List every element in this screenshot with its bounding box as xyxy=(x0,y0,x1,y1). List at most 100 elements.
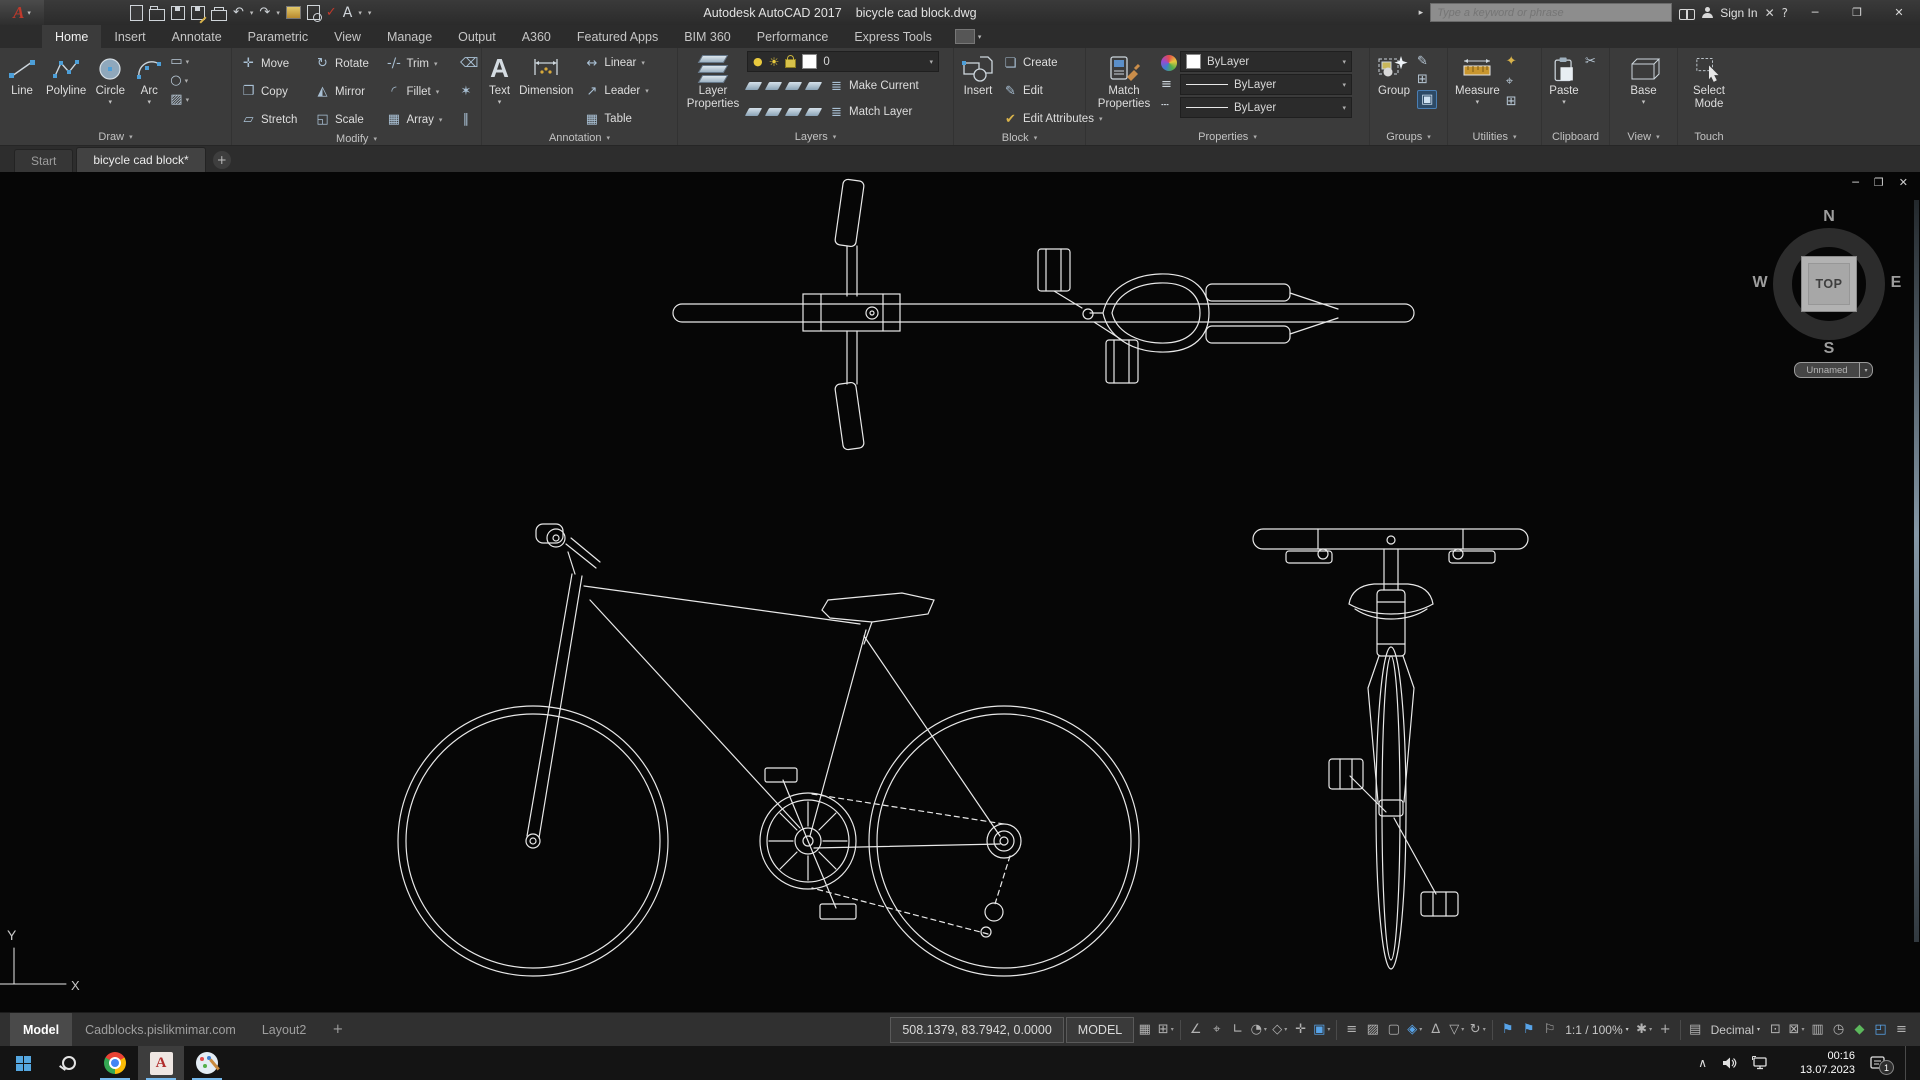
erase-button[interactable]: ⌫ xyxy=(455,51,478,76)
drawing-area[interactable]: Y X ─ ❐ ✕ N W E S TOP Unnamed ▾ xyxy=(0,172,1920,1012)
tab-featured-apps[interactable]: Featured Apps xyxy=(564,25,671,48)
ellipse-button[interactable]: ○ ▾ xyxy=(170,73,189,88)
select-mode-button[interactable]: Select Mode xyxy=(1682,51,1736,129)
viewcube-east[interactable]: E xyxy=(1886,274,1906,292)
annotation-autoscale-toggle[interactable]: ⚑ xyxy=(1518,1018,1539,1042)
linetype-select[interactable]: ByLayer ▾ xyxy=(1180,97,1352,118)
model-space-toggle[interactable]: MODEL xyxy=(1065,1016,1135,1043)
rotate-button[interactable]: ↻ Rotate xyxy=(310,51,379,76)
ungroup-button[interactable]: ✎ xyxy=(1417,54,1437,69)
layer-properties-button[interactable]: Layer Properties xyxy=(682,51,744,129)
customization-menu-button[interactable]: ≡ xyxy=(1891,1018,1912,1042)
tab-parametric[interactable]: Parametric xyxy=(235,25,321,48)
match-layer-button[interactable]: ≣ Match Layer xyxy=(827,100,914,125)
lineweight-toggle[interactable]: ≡ xyxy=(1341,1018,1362,1042)
named-view-dropdown-icon[interactable]: ▾ xyxy=(1860,362,1873,378)
undo-icon[interactable]: ↶ xyxy=(233,5,244,20)
bicycle-side-view[interactable] xyxy=(397,523,1140,977)
workspace-icon[interactable]: A xyxy=(343,5,353,21)
transparency-toggle[interactable]: ▨ xyxy=(1362,1018,1383,1042)
selection-filter-toggle[interactable]: ▽ ▾ xyxy=(1446,1018,1467,1042)
named-view-label[interactable]: Unnamed xyxy=(1794,362,1860,378)
named-view-control[interactable]: Unnamed ▾ xyxy=(1794,362,1873,378)
show-desktop-button[interactable] xyxy=(1905,1046,1914,1080)
annotation-scale-button[interactable]: 1:1 / 100% ▾ xyxy=(1560,1023,1633,1037)
qat-customize-icon[interactable]: ▾ xyxy=(368,9,372,17)
help-icon[interactable]: ? xyxy=(1782,6,1788,20)
fillet-button[interactable]: ◜ Fillet ▾ xyxy=(381,79,453,104)
polar-tracking-toggle[interactable]: ◔ ▾ xyxy=(1248,1018,1269,1042)
layer-freeze-icon[interactable] xyxy=(764,82,783,90)
object-color-select[interactable]: ByLayer ▾ xyxy=(1180,51,1352,72)
save-icon[interactable] xyxy=(171,5,185,20)
lock-ui-button[interactable]: ⊠ ▾ xyxy=(1786,1018,1807,1042)
ortho-mode-toggle[interactable]: ∟ xyxy=(1227,1018,1248,1042)
panel-label-view[interactable]: View ▾ xyxy=(1610,129,1677,145)
dimension-button[interactable]: Dimension xyxy=(516,51,576,131)
trim-button[interactable]: -∕- Trim ▾ xyxy=(381,51,453,76)
new-layout-button[interactable]: + xyxy=(319,1013,356,1047)
move-button[interactable]: ✛ Move xyxy=(236,51,308,76)
tab-bim360[interactable]: BIM 360 xyxy=(671,25,744,48)
minimize-button[interactable]: ─ xyxy=(1794,0,1836,25)
search-icon[interactable] xyxy=(1679,7,1696,20)
text-button[interactable]: A Text ▾ xyxy=(486,51,513,131)
clean-screen-toggle[interactable]: ◰ xyxy=(1870,1018,1891,1042)
taskbar-autocad-button[interactable]: A xyxy=(138,1046,184,1080)
circle-button[interactable]: Circle ▾ xyxy=(92,51,128,129)
panel-label-clipboard[interactable]: Clipboard xyxy=(1542,129,1609,145)
panel-label-touch[interactable]: Touch xyxy=(1678,129,1740,145)
tab-insert[interactable]: Insert xyxy=(101,25,158,48)
tab-manage[interactable]: Manage xyxy=(374,25,445,48)
layer-lock-tool-icon[interactable] xyxy=(804,82,823,90)
sheet-set-manager-icon[interactable] xyxy=(285,6,301,19)
taskbar-clock[interactable]: 00:16 13.07.2023 xyxy=(1783,1049,1855,1078)
drawing-minimize-icon[interactable]: ─ xyxy=(1852,176,1859,189)
new-drawing-icon[interactable] xyxy=(130,4,143,21)
spell-check-icon[interactable]: ✓ xyxy=(326,5,337,20)
base-view-button[interactable]: Base ▾ xyxy=(1624,51,1664,129)
isolate-objects-button[interactable]: ◷ xyxy=(1828,1018,1849,1042)
rectangle-button[interactable]: ▭ ▾ xyxy=(170,54,189,69)
tab-home[interactable]: Home xyxy=(42,25,102,48)
viewcube-south[interactable]: S xyxy=(1819,340,1839,358)
offset-button[interactable]: ∥ xyxy=(455,107,477,132)
dynamic-input-toggle[interactable]: ⌖ xyxy=(1206,1018,1227,1042)
new-tab-button[interactable]: + xyxy=(212,151,231,169)
make-current-button[interactable]: ≣ Make Current xyxy=(827,74,921,99)
explode-button[interactable]: ✶ xyxy=(455,79,477,104)
group-selection-toggle[interactable]: ▣ xyxy=(1417,90,1438,109)
group-edit-button[interactable]: ⊞ xyxy=(1417,72,1437,87)
linear-button[interactable]: ↔ Linear ▾ xyxy=(579,51,653,75)
sign-in-button[interactable]: Sign In xyxy=(1720,6,1757,20)
panel-label-draw[interactable]: Draw ▾ xyxy=(0,129,231,145)
action-center-button[interactable]: 1 xyxy=(1869,1055,1894,1075)
tab-output[interactable]: Output xyxy=(445,25,509,48)
plot-preview-icon[interactable] xyxy=(306,5,322,22)
ribbon-display-toggle[interactable]: ▾ xyxy=(954,25,981,48)
layer-off-icon[interactable] xyxy=(784,82,803,90)
redo-dropdown-icon[interactable]: ▾ xyxy=(276,9,280,17)
leader-button[interactable]: ↗ Leader ▾ xyxy=(579,79,653,103)
file-tab-start[interactable]: Start xyxy=(14,149,74,172)
annotation-scale-icon[interactable]: ⚐ xyxy=(1539,1018,1560,1042)
panel-label-block[interactable]: Block ▾ xyxy=(954,131,1085,145)
redo-icon[interactable]: ↷ xyxy=(259,5,270,20)
close-button[interactable]: ✕ xyxy=(1878,0,1920,25)
polyline-button[interactable]: Polyline xyxy=(43,51,89,129)
layer-select[interactable]: ● ☀ 0 ▾ xyxy=(747,51,939,72)
cut-button[interactable]: ✂ xyxy=(1585,54,1596,69)
help-search-input[interactable] xyxy=(1430,3,1673,22)
units-icon[interactable]: ▤ xyxy=(1685,1018,1706,1042)
layer-isolate-icon[interactable] xyxy=(744,82,763,90)
object-snap-toggle[interactable]: ▣ ▾ xyxy=(1311,1018,1332,1042)
lineweight-select[interactable]: ByLayer ▾ xyxy=(1180,74,1352,95)
taskbar-search-button[interactable] xyxy=(46,1046,92,1080)
table-button[interactable]: ▦ Table xyxy=(579,107,653,131)
viewcube-west[interactable]: W xyxy=(1750,274,1770,292)
units-button[interactable]: Decimal ▾ xyxy=(1706,1023,1765,1037)
arc-button[interactable]: Arc ▾ xyxy=(131,51,167,129)
quick-select-button[interactable]: ✦ xyxy=(1506,54,1517,69)
hardware-acceleration-toggle[interactable]: ◆ xyxy=(1849,1018,1870,1042)
taskbar-chrome-button[interactable] xyxy=(92,1046,138,1080)
